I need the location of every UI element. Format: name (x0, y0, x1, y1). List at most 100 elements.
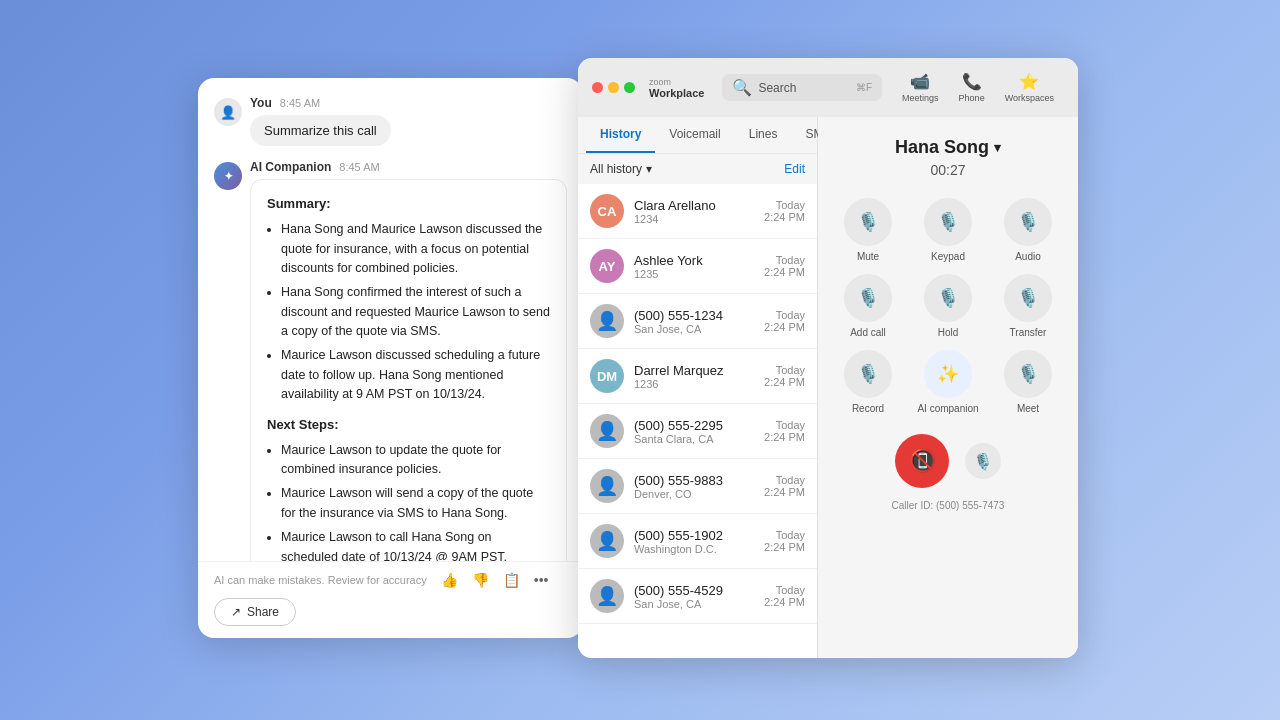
summary-item-1: Hana Song and Maurice Lawson discussed t… (281, 220, 550, 278)
minimize-window-dot[interactable] (608, 82, 619, 93)
phone-label: Phone (959, 93, 985, 103)
call-number-clara: 1234 (634, 213, 754, 225)
end-call-button[interactable]: 📵 (895, 434, 949, 488)
call-item-500-2295[interactable]: 👤 (500) 555-2295 Santa Clara, CA Today 2… (578, 404, 817, 459)
transfer-icon: 🎙️ (1004, 274, 1052, 322)
user-sender-label: You (250, 96, 272, 110)
thumbs-up-button[interactable]: 👍 (439, 570, 460, 590)
meet-button[interactable]: 🎙️ Meet (994, 350, 1062, 414)
filter-row: All history ▾ Edit (578, 154, 817, 184)
share-label: Share (247, 605, 279, 619)
call-duration: 00:27 (930, 162, 965, 178)
next-steps-list: Maurice Lawson to update the quote for c… (267, 441, 550, 561)
call-item-500-1234[interactable]: 👤 (500) 555-1234 San Jose, CA Today 2:24… (578, 294, 817, 349)
meetings-label: Meetings (902, 93, 939, 103)
workspaces-icon: ⭐ (1019, 72, 1039, 91)
edit-button[interactable]: Edit (784, 162, 805, 176)
search-icon: 🔍 (732, 78, 752, 97)
ai-avatar: ✦ (214, 162, 242, 190)
caller-id-text: Caller ID: (500) 555-7473 (892, 500, 1005, 511)
avatar-unknown-3: 👤 (590, 469, 624, 503)
call-item-clara[interactable]: CA Clara Arellano 1234 Today 2:24 PM (578, 184, 817, 239)
avatar-clara: CA (590, 194, 624, 228)
next-step-3: Maurice Lawson to call Hana Song on sche… (281, 528, 550, 561)
call-info-clara: Clara Arellano 1234 (634, 198, 754, 225)
phone-icon: 📞 (962, 72, 982, 91)
hold-button[interactable]: 🎙️ Hold (914, 274, 982, 338)
copy-button[interactable]: 📋 (501, 570, 522, 590)
avatar-unknown-5: 👤 (590, 579, 624, 613)
user-bubble: Summarize this call (250, 115, 391, 146)
feedback-icons: 👍 👎 📋 ••• (439, 570, 551, 590)
call-time-clara: Today 2:24 PM (764, 199, 805, 223)
record-button[interactable]: 🎙️ Record (834, 350, 902, 414)
nav-workspaces[interactable]: ⭐ Workspaces (995, 68, 1064, 107)
call-location-500-1234: San Jose, CA (634, 323, 754, 335)
next-step-2: Maurice Lawson will send a copy of the q… (281, 484, 550, 523)
zoom-workplace-panel: zoom Workplace 🔍 Search ⌘F 📹 Meetings 📞 … (578, 58, 1078, 658)
call-info-ashlee: Ashlee York 1235 (634, 253, 754, 280)
all-history-dropdown[interactable]: All history ▾ (590, 162, 652, 176)
ai-message-time: 8:45 AM (339, 161, 379, 173)
chat-footer: AI can make mistakes. Review for accurac… (198, 561, 583, 638)
summary-item-3: Maurice Lawson discussed scheduling a fu… (281, 346, 550, 404)
ai-companion-button[interactable]: ✨ AI companion (914, 350, 982, 414)
more-options-button[interactable]: ••• (532, 570, 551, 590)
add-call-button[interactable]: 🎙️ Add call (834, 274, 902, 338)
mic-button[interactable]: 🎙️ (965, 443, 1001, 479)
call-item-500-4529[interactable]: 👤 (500) 555-4529 San Jose, CA Today 2:24… (578, 569, 817, 624)
tab-history[interactable]: History (586, 117, 655, 153)
meet-icon: 🎙️ (1004, 350, 1052, 398)
tab-voicemail[interactable]: Voicemail (655, 117, 734, 153)
workspaces-label: Workspaces (1005, 93, 1054, 103)
ai-companion-icon: ✨ (924, 350, 972, 398)
user-message-content: You 8:45 AM Summarize this call (250, 96, 391, 146)
call-info-darrel: Darrel Marquez 1236 (634, 363, 754, 390)
next-step-1: Maurice Lawson to update the quote for c… (281, 441, 550, 480)
next-steps-title: Next Steps: (267, 415, 550, 435)
call-item-darrel[interactable]: DM Darrel Marquez 1236 Today 2:24 PM (578, 349, 817, 404)
add-call-icon: 🎙️ (844, 274, 892, 322)
fullscreen-window-dot[interactable] (624, 82, 635, 93)
zoom-titlebar: zoom Workplace 🔍 Search ⌘F 📹 Meetings 📞 … (578, 58, 1078, 117)
avatar-unknown-2: 👤 (590, 414, 624, 448)
call-name-darrel: Darrel Marquez (634, 363, 754, 378)
call-name-500-1234: (500) 555-1234 (634, 308, 754, 323)
call-item-500-9883[interactable]: 👤 (500) 555-9883 Denver, CO Today 2:24 P… (578, 459, 817, 514)
search-bar[interactable]: 🔍 Search ⌘F (722, 74, 882, 101)
zoom-brand: zoom Workplace (649, 77, 704, 99)
disclaimer-text: AI can make mistakes. Review for accurac… (214, 574, 427, 586)
call-name-clara: Clara Arellano (634, 198, 754, 213)
summary-list: Hana Song and Maurice Lawson discussed t… (267, 220, 550, 404)
tab-lines[interactable]: Lines (735, 117, 792, 153)
zoom-brand-bottom: Workplace (649, 87, 704, 99)
thumbs-down-button[interactable]: 👎 (470, 570, 491, 590)
nav-phone[interactable]: 📞 Phone (949, 68, 995, 107)
user-message-row: 👤 You 8:45 AM Summarize this call (214, 96, 567, 146)
call-item-ashlee[interactable]: AY Ashlee York 1235 Today 2:24 PM (578, 239, 817, 294)
avatar-ashlee: AY (590, 249, 624, 283)
nav-meetings[interactable]: 📹 Meetings (892, 68, 949, 107)
call-list: CA Clara Arellano 1234 Today 2:24 PM AY … (578, 184, 817, 658)
avatar-unknown-1: 👤 (590, 304, 624, 338)
share-icon: ↗ (231, 605, 241, 619)
transfer-button[interactable]: 🎙️ Transfer (994, 274, 1062, 338)
share-button[interactable]: ↗ Share (214, 598, 296, 626)
call-time-ashlee: Today 2:24 PM (764, 254, 805, 278)
zoom-brand-top: zoom (649, 77, 704, 87)
user-message-time: 8:45 AM (280, 97, 320, 109)
phone-tabs-row: History Voicemail Lines SMS (578, 117, 817, 154)
audio-icon: 🎙️ (1004, 198, 1052, 246)
audio-button[interactable]: 🎙️ Audio (994, 198, 1062, 262)
call-name-ashlee: Ashlee York (634, 253, 754, 268)
mute-icon: 🎙️ (844, 198, 892, 246)
close-window-dot[interactable] (592, 82, 603, 93)
avatar-unknown-4: 👤 (590, 524, 624, 558)
end-call-row: 📵 🎙️ (895, 434, 1001, 488)
call-item-500-1902[interactable]: 👤 (500) 555-1902 Washington D.C. Today 2… (578, 514, 817, 569)
mute-button[interactable]: 🎙️ Mute (834, 198, 902, 262)
ai-sender-label: AI Companion (250, 160, 331, 174)
hold-icon: 🎙️ (924, 274, 972, 322)
disclaimer-row: AI can make mistakes. Review for accurac… (214, 570, 567, 590)
keypad-button[interactable]: 🎙️ Keypad (914, 198, 982, 262)
